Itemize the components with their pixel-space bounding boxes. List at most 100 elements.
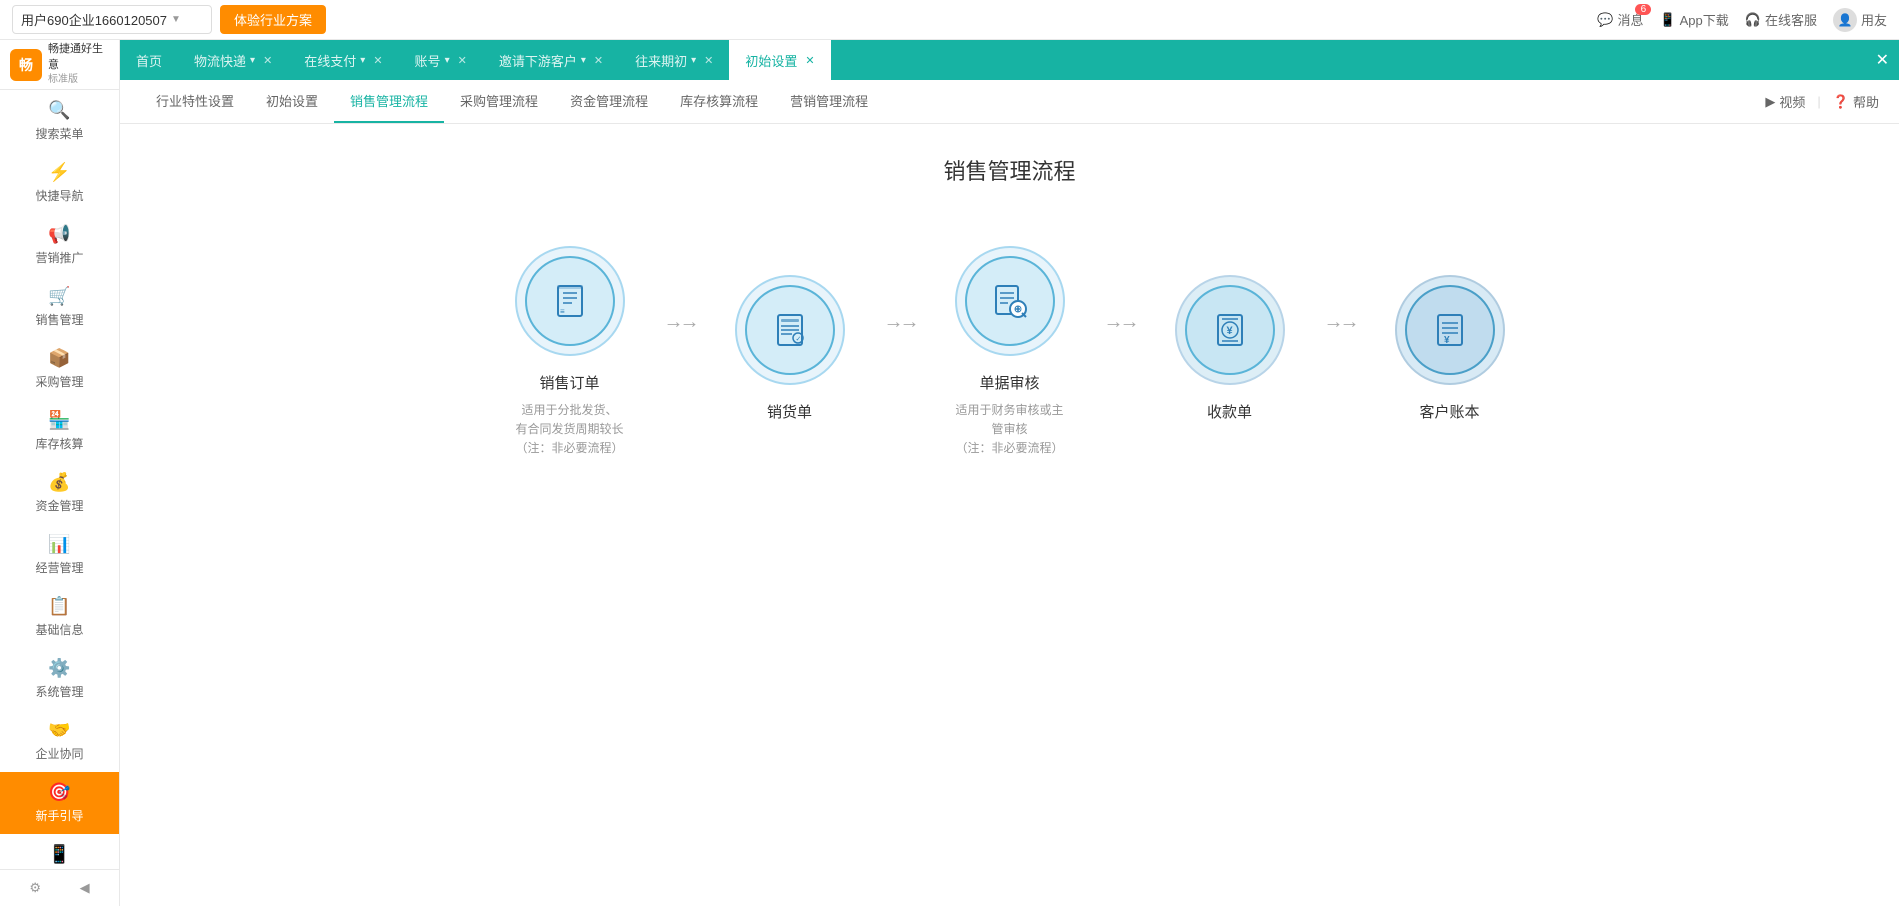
tab-invite[interactable]: 邀请下游客户 ▾ ✕ xyxy=(483,40,619,80)
sub-tab-marketing-flow-label: 营销管理流程 xyxy=(790,91,868,110)
video-icon: ▶ xyxy=(1765,94,1775,110)
close-icon[interactable]: ✕ xyxy=(458,54,467,67)
flow-item-desc: 适用于分批发货、有合同发货周期较长（注：非必要流程） xyxy=(515,401,623,459)
content-area: 首页 物流快递 ▾ ✕ 在线支付 ▾ ✕ 账号 ▾ ✕ 邀请下游客户 ▾ ✕ xyxy=(120,40,1899,906)
operation-icon: 📊 xyxy=(48,534,70,555)
messages-button[interactable]: 💬 消息 6 xyxy=(1597,10,1643,29)
sub-tab-inventory-flow[interactable]: 库存核算流程 xyxy=(664,80,774,123)
sub-tab-initial-label: 初始设置 xyxy=(266,91,318,110)
sidebar-item-guide[interactable]: 🎯 新手引导 xyxy=(0,772,119,834)
flow-item-label: 客户账本 xyxy=(1419,401,1479,422)
close-icon[interactable]: ✕ xyxy=(373,54,382,67)
doc-audit-icon xyxy=(990,281,1030,321)
sidebar-item-system[interactable]: ⚙️ 系统管理 xyxy=(0,648,119,710)
sidebar-item-label: 快捷导航 xyxy=(35,187,83,204)
flow-circle-inner: ¥ xyxy=(1185,285,1275,375)
video-action[interactable]: ▶ 视频 xyxy=(1765,92,1805,111)
flow-arrow-4: →→ xyxy=(1324,311,1356,334)
sidebar-item-marketing-promo[interactable]: 📢 营销推广 xyxy=(0,214,119,276)
tab-initial-setup[interactable]: 初始设置 ✕ xyxy=(729,40,830,80)
sub-tab-purchase-flow[interactable]: 采购管理流程 xyxy=(444,80,554,123)
flow-item-customer-ledger[interactable]: ¥ 客户账本 xyxy=(1360,275,1540,430)
sidebar-logo: 畅 畅捷通好生意 标准版 xyxy=(0,40,119,90)
sidebar-item-operation[interactable]: 📊 经营管理 xyxy=(0,524,119,586)
sub-tab-finance-flow[interactable]: 资金管理流程 xyxy=(554,80,664,123)
settings-icon[interactable]: ⚙ xyxy=(29,880,41,896)
logo-text-sub: 标准版 xyxy=(48,73,109,87)
marketing-icon: 📢 xyxy=(48,224,70,245)
flow-title: 销售管理流程 xyxy=(943,154,1075,186)
customer-ledger-icon: ¥ xyxy=(1430,310,1470,350)
divider: | xyxy=(1817,94,1820,109)
close-icon[interactable]: ✕ xyxy=(704,54,713,67)
flow-arrow-3: →→ xyxy=(1104,311,1136,334)
user-selector[interactable]: 用户690企业1660120507 ▼ xyxy=(12,5,212,34)
flow-item-doc-audit[interactable]: 单据审核 适用于财务审核或主管审核（注：非必要流程） xyxy=(920,246,1100,459)
sub-tab-purchase-flow-label: 采购管理流程 xyxy=(460,91,538,110)
receipt-icon: ¥ xyxy=(1210,310,1250,350)
sidebar: 畅 畅捷通好生意 标准版 🔍 搜索菜单 ⚡ 快捷导航 📢 营销推广 🛒 销售管理 xyxy=(0,40,120,906)
quick-icon: ⚡ xyxy=(48,162,70,183)
online-service-button[interactable]: 🎧 在线客服 xyxy=(1745,10,1817,29)
sub-tab-marketing-flow[interactable]: 营销管理流程 xyxy=(774,80,884,123)
enterprise-icon: 🤝 xyxy=(48,720,70,741)
collapse-icon[interactable]: ◀ xyxy=(80,880,90,896)
sales-icon: 🛒 xyxy=(48,286,70,307)
sidebar-item-sales[interactable]: 🛒 销售管理 xyxy=(0,276,119,338)
sidebar-bottom: ⚙ ◀ xyxy=(0,869,119,906)
flow-item-sales-order[interactable]: ≡ 销售订单 适用于分批发货、有合同发货周期较长（注：非必要流程） xyxy=(480,246,660,459)
app-download-label: App下载 xyxy=(1680,10,1729,29)
flow-circle-sales-invoice: ✓ xyxy=(735,275,845,385)
flow-circle-inner xyxy=(965,256,1055,346)
sidebar-item-finance[interactable]: 💰 资金管理 xyxy=(0,462,119,524)
sidebar-item-enterprise[interactable]: 🤝 企业协同 xyxy=(0,710,119,772)
tab-home[interactable]: 首页 xyxy=(120,40,178,80)
message-icon: 💬 xyxy=(1597,12,1613,28)
app-download-button[interactable]: 📱 App下载 xyxy=(1659,10,1728,29)
flow-item-sales-invoice[interactable]: ✓ 销货单 xyxy=(700,275,880,430)
tab-payment-label: 在线支付 xyxy=(304,51,356,70)
user-profile[interactable]: 👤 用友 xyxy=(1833,8,1887,32)
sidebar-item-quick[interactable]: ⚡ 快捷导航 xyxy=(0,152,119,214)
svg-text:¥: ¥ xyxy=(1226,325,1233,337)
tab-account[interactable]: 账号 ▾ ✕ xyxy=(399,40,483,80)
sidebar-item-purchase[interactable]: 📦 采购管理 xyxy=(0,338,119,400)
tab-payment[interactable]: 在线支付 ▾ ✕ xyxy=(288,40,398,80)
sales-order-icon: ≡ xyxy=(550,281,590,321)
sidebar-item-inventory[interactable]: 🏪 库存核算 xyxy=(0,400,119,462)
flow-item-desc: 适用于财务审核或主管审核（注：非必要流程） xyxy=(955,401,1063,459)
sub-tab-inventory-flow-label: 库存核算流程 xyxy=(680,91,758,110)
sub-tab-initial[interactable]: 初始设置 xyxy=(250,80,334,123)
sidebar-item-label: 企业协同 xyxy=(35,745,83,762)
tab-period-init[interactable]: 往来期初 ▾ ✕ xyxy=(619,40,729,80)
sub-tab-actions: ▶ 视频 | ❓ 帮助 xyxy=(1765,92,1879,111)
close-icon[interactable]: ✕ xyxy=(805,54,814,67)
sidebar-item-label: 资金管理 xyxy=(35,497,83,514)
sidebar-item-base[interactable]: 📋 基础信息 xyxy=(0,586,119,648)
guide-icon: 🎯 xyxy=(48,782,70,803)
sub-tab-industry[interactable]: 行业特性设置 xyxy=(140,80,250,123)
chevron-icon: ▾ xyxy=(250,55,255,66)
online-service-label: 在线客服 xyxy=(1765,10,1817,29)
sidebar-item-search[interactable]: 🔍 搜索菜单 xyxy=(0,90,119,152)
close-icon[interactable]: ✕ xyxy=(594,54,603,67)
flow-item-receipt[interactable]: ¥ 收款单 xyxy=(1140,275,1320,430)
video-label: 视频 xyxy=(1779,92,1805,111)
close-all-tabs[interactable]: ✕ xyxy=(1876,50,1889,70)
logo-text-main: 畅捷通好生意 xyxy=(48,42,109,73)
flow-item-label: 销货单 xyxy=(767,401,812,422)
purchase-icon: 📦 xyxy=(48,348,70,369)
top-bar-left: 用户690企业1660120507 ▼ 体验行业方案 xyxy=(12,5,326,34)
logo-icon: 畅 xyxy=(10,49,42,81)
sidebar-item-apps[interactable]: 📱 应用中心 xyxy=(0,834,119,869)
flow-items: ≡ 销售订单 适用于分批发货、有合同发货周期较长（注：非必要流程） →→ xyxy=(480,246,1540,459)
close-icon[interactable]: ✕ xyxy=(263,54,272,67)
tab-logistics[interactable]: 物流快递 ▾ ✕ xyxy=(178,40,288,80)
user-selector-text: 用户690企业1660120507 xyxy=(21,10,167,29)
help-action[interactable]: ❓ 帮助 xyxy=(1833,92,1879,111)
tab-initial-setup-label: 初始设置 xyxy=(745,51,797,70)
svg-text:≡: ≡ xyxy=(560,307,565,316)
tab-home-label: 首页 xyxy=(136,51,162,70)
sub-tab-sales-flow[interactable]: 销售管理流程 xyxy=(334,80,444,123)
trial-button[interactable]: 体验行业方案 xyxy=(220,5,326,34)
